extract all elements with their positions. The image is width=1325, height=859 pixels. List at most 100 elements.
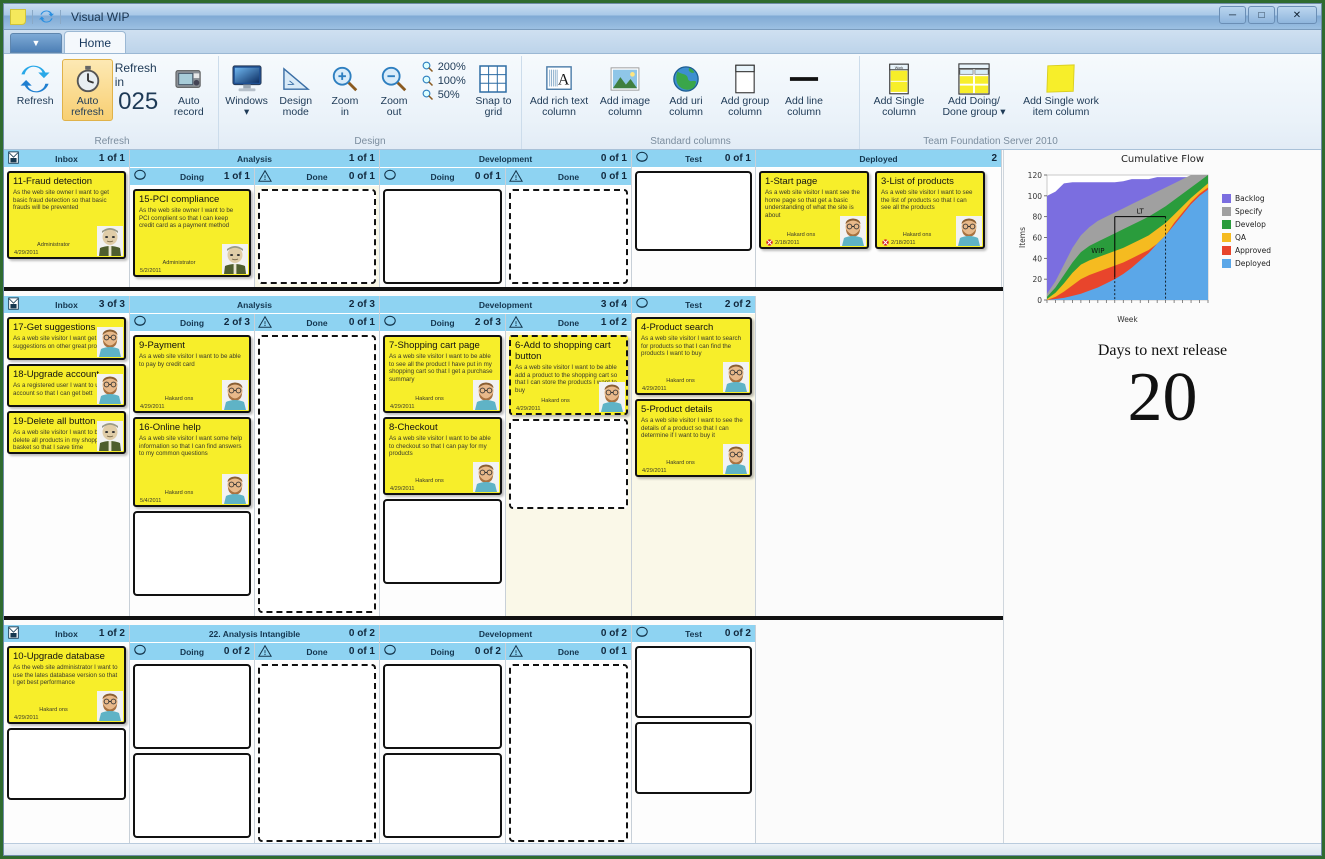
column-header-doing[interactable]: Doing 0 of 2 [130,643,254,661]
add-doing-done-group-button[interactable]: Add Doing/ Done group ▾ [936,59,1012,121]
column-dropzone[interactable]: 6-Add to shopping cart button As a web s… [506,332,631,616]
column-dropzone[interactable] [506,661,631,843]
kanban-card[interactable]: 11-Fraud detection As the web site owner… [7,171,126,259]
empty-card-slot[interactable] [133,753,251,838]
empty-card-slot[interactable] [258,335,376,613]
kanban-card[interactable]: 17-Get suggestions As a web site visitor… [7,317,126,360]
column-header-test[interactable]: Test 0 of 2 [632,625,755,643]
empty-card-slot[interactable] [383,499,502,584]
column-header-done[interactable]: Done 0 of 1 [506,168,631,186]
add-line-column-button[interactable]: Add line column [776,59,832,121]
zoom-level-200[interactable]: 200% [422,61,466,73]
kanban-card[interactable]: 18-Upgrade account As a registered user … [7,364,126,407]
column-header-done[interactable]: Done 1 of 2 [506,314,631,332]
kanban-card[interactable]: 1-Start page As a web site visitor I wan… [759,171,869,249]
column-header-analysis[interactable]: Analysis 1 of 1 [130,150,379,168]
kanban-card[interactable]: 19-Delete all button As a web site visit… [7,411,126,454]
tab-home[interactable]: Home [64,31,126,53]
kanban-card[interactable]: 3-List of products As a web site visitor… [875,171,985,249]
column-header-doing[interactable]: Doing 0 of 2 [380,643,505,661]
application-menu-button[interactable]: ▼ [10,33,62,53]
empty-card-slot[interactable] [383,189,502,284]
column-dropzone[interactable] [130,661,254,843]
add-single-work-item-column-button[interactable]: Add Single work item column [1014,59,1108,121]
column-header-done[interactable]: Done 0 of 1 [255,643,379,661]
design-mode-button[interactable]: Design mode [272,59,319,121]
windows-button[interactable]: Windows ▾ [223,59,270,121]
kanban-card[interactable]: 8-Checkout As a web site visitor I want … [383,417,502,495]
kanban-card[interactable]: 5-Product details As a web site visitor … [635,399,752,477]
column-header-doing[interactable]: Doing 2 of 3 [130,314,254,332]
kanban-card[interactable]: 16-Online help As a web site visitor I w… [133,417,251,507]
close-button[interactable]: ✕ [1277,6,1317,24]
empty-card-slot[interactable] [635,722,752,794]
kanban-card[interactable]: 6-Add to shopping cart button As a web s… [509,335,628,415]
empty-card-slot[interactable] [635,646,752,718]
column-dropzone[interactable] [632,168,755,287]
column-dropzone[interactable] [255,332,379,616]
column-dropzone[interactable]: 7-Shopping cart page As a web site visit… [380,332,505,616]
column-header-done[interactable]: Done 0 of 1 [255,314,379,332]
add-image-column-button[interactable]: Add image column [594,59,656,121]
column-header-development[interactable]: Development 0 of 2 [380,625,631,643]
column-header-analysis[interactable]: Analysis 2 of 3 [130,296,379,314]
column-header-deployed[interactable]: Deployed 2 [756,150,1001,168]
empty-card-slot[interactable] [509,189,628,284]
add-rich-text-column-button[interactable]: A Add rich text column [526,59,592,121]
add-group-column-button[interactable]: Add group column [716,59,774,121]
column-dropzone[interactable]: 1-Start page As a web site visitor I wan… [756,168,1001,287]
quick-refresh-icon[interactable] [39,9,54,24]
kanban-card[interactable]: 9-Payment As a web site visitor I want t… [133,335,251,413]
column-dropzone[interactable]: 4-Product search As a web site visitor I… [632,314,755,616]
add-doing-done-label-line2[interactable]: Done group ▾ [942,106,1005,118]
column-header-done[interactable]: Done 0 of 1 [506,643,631,661]
empty-card-slot[interactable] [383,664,502,749]
column-header-test[interactable]: Test 2 of 2 [632,296,755,314]
column-header-inbox[interactable]: Inbox 1 of 1 [4,150,129,168]
column-dropzone[interactable]: 17-Get suggestions As a web site visitor… [4,314,129,616]
column-dropzone[interactable] [506,186,631,287]
empty-card-slot[interactable] [635,171,752,251]
kanban-card[interactable]: 15-PCI compliance As the web site owner … [133,189,251,277]
add-single-column-button[interactable]: Work Add Single column [864,59,934,121]
column-header-development[interactable]: Development 0 of 1 [380,150,631,168]
column-dropzone[interactable] [380,186,505,287]
empty-card-slot[interactable] [133,511,251,596]
column-dropzone[interactable]: 9-Payment As a web site visitor I want t… [130,332,254,616]
column-header-test[interactable]: Test 0 of 1 [632,150,755,168]
empty-card-slot[interactable] [383,753,502,838]
empty-card-slot[interactable] [258,189,376,284]
chevron-down-icon[interactable]: ▾ [244,106,249,118]
empty-card-slot[interactable] [509,664,628,842]
auto-refresh-button[interactable]: Auto refresh [62,59,112,121]
maximize-button[interactable]: □ [1248,6,1275,24]
kanban-card[interactable]: 10-Upgrade database As the web site admi… [7,646,126,724]
column-dropzone[interactable] [255,186,379,287]
column-dropzone[interactable] [380,661,505,843]
column-dropzone[interactable] [255,661,379,843]
column-dropzone[interactable]: 15-PCI compliance As the web site owner … [130,186,254,287]
column-dropzone[interactable]: 10-Upgrade database As the web site admi… [4,643,129,843]
empty-card-slot[interactable] [7,728,126,800]
column-header-development[interactable]: Development 3 of 4 [380,296,631,314]
kanban-card[interactable]: 7-Shopping cart page As a web site visit… [383,335,502,413]
column-header-doing[interactable]: Doing 2 of 3 [380,314,505,332]
column-header-doing[interactable]: Doing 1 of 1 [130,168,254,186]
zoom-out-button[interactable]: Zoom out [371,59,418,121]
add-uri-column-button[interactable]: Add uri column [658,59,714,121]
zoom-level-100[interactable]: 100% [422,75,466,87]
column-header-inbox[interactable]: Inbox 3 of 3 [4,296,129,314]
kanban-card[interactable]: 4-Product search As a web site visitor I… [635,317,752,395]
column-header-done[interactable]: Done 0 of 1 [255,168,379,186]
zoom-in-button[interactable]: Zoom in [321,59,368,121]
minimize-button[interactable]: ─ [1219,6,1246,24]
empty-card-slot[interactable] [509,419,628,509]
column-dropzone[interactable]: 11-Fraud detection As the web site owner… [4,168,129,287]
column-header-analysis-intangible[interactable]: 22. Analysis Intangible 0 of 2 [130,625,379,643]
snap-to-grid-button[interactable]: Snap to grid [470,59,517,121]
empty-card-slot[interactable] [258,664,376,842]
column-header-doing[interactable]: Doing 0 of 1 [380,168,505,186]
column-header-inbox[interactable]: Inbox 1 of 2 [4,625,129,643]
empty-card-slot[interactable] [133,664,251,749]
auto-record-button[interactable]: Auto record [164,59,214,121]
